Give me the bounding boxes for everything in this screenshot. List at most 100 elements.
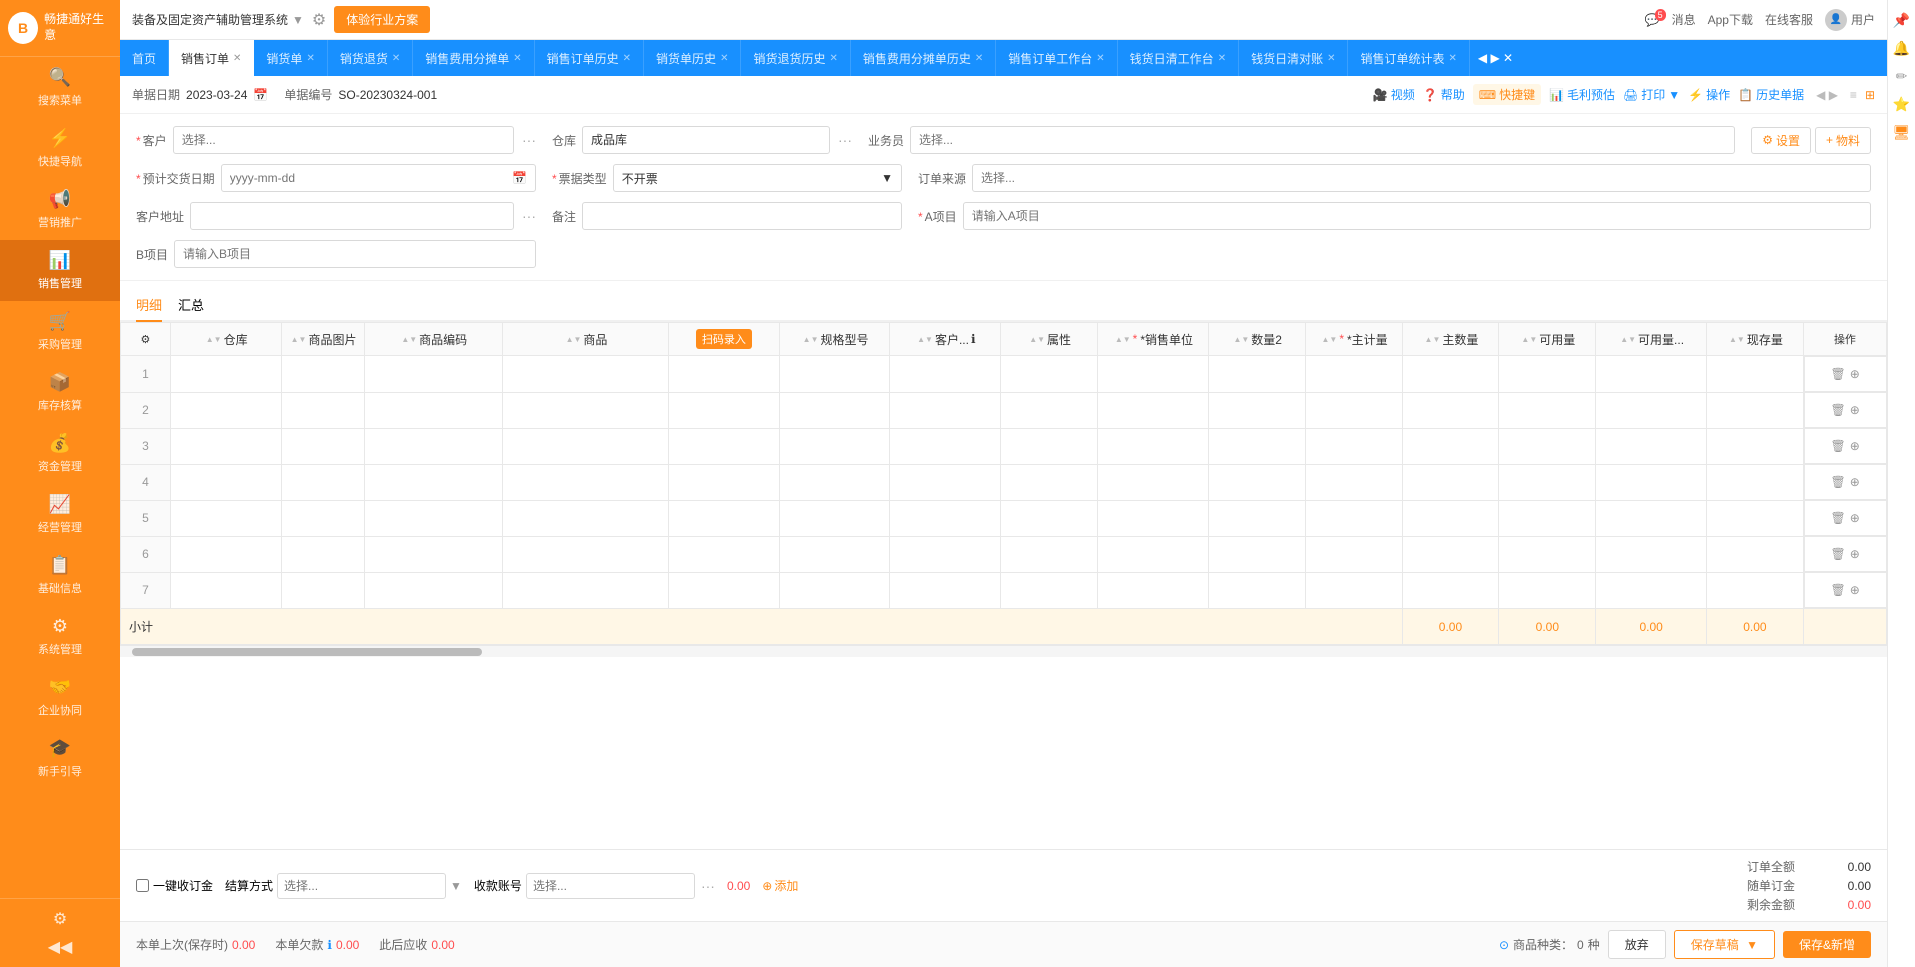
cell-qty2-7[interactable] bbox=[1208, 572, 1305, 609]
nav-tab-close-10[interactable]: ✕ bbox=[1218, 53, 1226, 64]
cell-sku-5[interactable] bbox=[364, 500, 502, 536]
cell-spec-6[interactable] bbox=[779, 536, 890, 572]
right-icon-screen[interactable]: 🖥 bbox=[1890, 120, 1914, 144]
cell-attr-3[interactable] bbox=[1001, 428, 1098, 464]
th-product[interactable]: ▲▼商品 bbox=[502, 323, 668, 356]
address-dots[interactable]: ··· bbox=[522, 208, 536, 224]
cell-main-qty-5[interactable] bbox=[1402, 500, 1499, 536]
cell-qty2-3[interactable] bbox=[1208, 428, 1305, 464]
right-icon-edit[interactable]: ✏ bbox=[1890, 64, 1914, 88]
cell-avail-2[interactable] bbox=[1499, 392, 1596, 428]
cell-spec-5[interactable] bbox=[779, 500, 890, 536]
shortcut-btn[interactable]: ⌨ 快捷键 bbox=[1473, 84, 1541, 105]
cell-current-3[interactable] bbox=[1707, 428, 1804, 464]
delivery-input[interactable] bbox=[230, 171, 508, 185]
customer-input[interactable] bbox=[173, 126, 514, 154]
cell-avail-3[interactable] bbox=[1499, 428, 1596, 464]
nav-tab-close-2[interactable]: ✕ bbox=[306, 53, 314, 64]
cell-qty2-1[interactable] bbox=[1208, 356, 1305, 393]
gear-icon[interactable]: ⚙ bbox=[312, 10, 326, 30]
auto-settle-checkbox[interactable] bbox=[136, 879, 149, 892]
cell-avail2-5[interactable] bbox=[1596, 500, 1707, 536]
sidebar-collapse[interactable]: ◀◀ bbox=[48, 937, 73, 957]
cell-main-qty-3[interactable] bbox=[1402, 428, 1499, 464]
cell-avail-1[interactable] bbox=[1499, 356, 1596, 393]
nav-tab-6[interactable]: 销货单历史✕ bbox=[644, 40, 741, 76]
a-project-input[interactable] bbox=[963, 202, 1871, 230]
order-source-input[interactable] bbox=[972, 164, 1871, 192]
tab-detail[interactable]: 明细 bbox=[136, 289, 162, 322]
sort-qty2[interactable]: ▲▼ bbox=[1233, 335, 1249, 344]
cell-img-1[interactable] bbox=[281, 356, 364, 393]
nav-tab-close-9[interactable]: ✕ bbox=[1096, 53, 1104, 64]
cell-sku-6[interactable] bbox=[364, 536, 502, 572]
cell-avail-7[interactable] bbox=[1499, 572, 1596, 609]
sort-unit[interactable]: ▲▼ bbox=[1115, 335, 1131, 344]
sidebar-item-1[interactable]: ⚡快捷导航 bbox=[0, 118, 120, 179]
nav-tab-7[interactable]: 销货退货历史✕ bbox=[741, 40, 850, 76]
account-dots[interactable]: ··· bbox=[701, 878, 715, 894]
cell-unit-5[interactable] bbox=[1098, 500, 1209, 536]
nav-tab-11[interactable]: 钱货日清对账✕ bbox=[1239, 40, 1348, 76]
cell-warehouse-2[interactable] bbox=[170, 392, 281, 428]
cell-img-2[interactable] bbox=[281, 392, 364, 428]
nav-tab-8[interactable]: 销售费用分摊单历史✕ bbox=[851, 40, 996, 76]
cell-customer-2[interactable] bbox=[890, 392, 1001, 428]
delete-icon-1[interactable]: 🗑 bbox=[1831, 367, 1846, 381]
cell-attr-2[interactable] bbox=[1001, 392, 1098, 428]
cell-avail2-4[interactable] bbox=[1596, 464, 1707, 500]
delete-icon-4[interactable]: 🗑 bbox=[1831, 475, 1846, 489]
cell-img-5[interactable] bbox=[281, 500, 364, 536]
cell-customer-7[interactable] bbox=[890, 572, 1001, 609]
nav-tab-close-3[interactable]: ✕ bbox=[392, 53, 400, 64]
sidebar-item-5[interactable]: 📦库存核算 bbox=[0, 362, 120, 423]
sidebar-item-6[interactable]: 💰资金管理 bbox=[0, 423, 120, 484]
th-unit[interactable]: ▲▼**销售单位 bbox=[1098, 323, 1209, 356]
nav-tab-close-12[interactable]: ✕ bbox=[1449, 53, 1457, 64]
user-menu[interactable]: 👤 用户 bbox=[1825, 9, 1875, 31]
cell-warehouse-5[interactable] bbox=[170, 500, 281, 536]
cell-main-unit-2[interactable] bbox=[1305, 392, 1402, 428]
sort-customer[interactable]: ▲▼ bbox=[917, 335, 933, 344]
cell-attr-1[interactable] bbox=[1001, 356, 1098, 393]
cell-unit-1[interactable] bbox=[1098, 356, 1209, 393]
cell-customer-1[interactable] bbox=[890, 356, 1001, 393]
nav-tab-2[interactable]: 销货单✕ bbox=[254, 40, 327, 76]
nav-tab-close-1[interactable]: ✕ bbox=[233, 53, 241, 64]
cell-qty2-2[interactable] bbox=[1208, 392, 1305, 428]
copy-icon-4[interactable]: ⊕ bbox=[1850, 475, 1860, 489]
help-btn[interactable]: ❓ 帮助 bbox=[1423, 86, 1465, 103]
settings-btn[interactable]: ⚙ 设置 bbox=[1751, 127, 1811, 154]
cell-avail-5[interactable] bbox=[1499, 500, 1596, 536]
cell-customer-5[interactable] bbox=[890, 500, 1001, 536]
warehouse-dots[interactable]: ··· bbox=[838, 132, 852, 148]
tab-summary[interactable]: 汇总 bbox=[178, 289, 204, 322]
delivery-date-input[interactable]: 📅 bbox=[221, 164, 536, 192]
sidebar-item-4[interactable]: 🛒采购管理 bbox=[0, 301, 120, 362]
calendar-icon[interactable]: 📅 bbox=[253, 88, 268, 102]
cell-main-unit-1[interactable] bbox=[1305, 356, 1402, 393]
payment-arrow[interactable]: ▼ bbox=[450, 879, 462, 893]
cell-ops-7[interactable]: 🗑 ⊕ bbox=[1804, 572, 1887, 608]
cell-qty2-5[interactable] bbox=[1208, 500, 1305, 536]
th-img[interactable]: ▲▼商品图片 bbox=[281, 323, 364, 356]
nav-tab-5[interactable]: 销售订单历史✕ bbox=[535, 40, 644, 76]
cell-scan-2[interactable] bbox=[669, 392, 780, 428]
cell-product-4[interactable] bbox=[502, 464, 668, 500]
cell-main-qty-1[interactable] bbox=[1402, 356, 1499, 393]
cell-scan-6[interactable] bbox=[669, 536, 780, 572]
message-icon-container[interactable]: 💬 5 bbox=[1645, 13, 1660, 27]
sidebar-item-10[interactable]: 🤝企业协同 bbox=[0, 667, 120, 728]
th-scan[interactable]: 扫码录入 bbox=[669, 323, 780, 356]
cell-qty2-4[interactable] bbox=[1208, 464, 1305, 500]
cell-warehouse-6[interactable] bbox=[170, 536, 281, 572]
sidebar-item-0[interactable]: 🔍搜索菜单 bbox=[0, 57, 120, 118]
right-icon-bell[interactable]: 🔔 bbox=[1890, 36, 1914, 60]
cell-spec-4[interactable] bbox=[779, 464, 890, 500]
nav-tab-0[interactable]: 首页 bbox=[120, 40, 169, 76]
cell-sku-2[interactable] bbox=[364, 392, 502, 428]
nav-tab-4[interactable]: 销售费用分摊单✕ bbox=[413, 40, 534, 76]
right-icon-star[interactable]: ⭐ bbox=[1890, 92, 1914, 116]
sort-warehouse[interactable]: ▲▼ bbox=[206, 335, 222, 344]
discard-button[interactable]: 放弃 bbox=[1608, 930, 1666, 959]
